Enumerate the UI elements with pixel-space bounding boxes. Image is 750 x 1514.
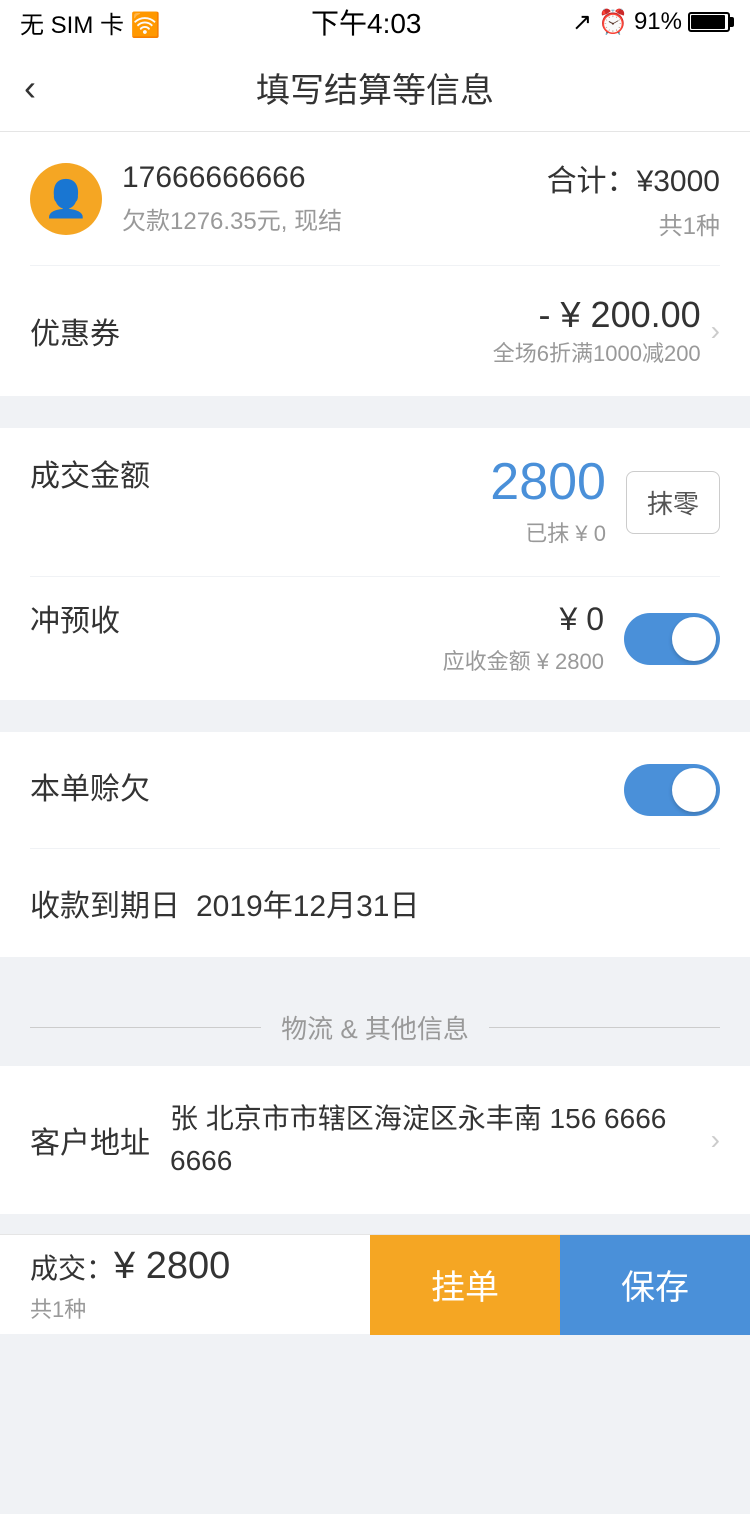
- divider-line-right: [489, 1027, 720, 1028]
- customer-sub: 欠款1276.35元, 现结: [122, 201, 342, 236]
- footer-deal-line: 成交：¥ 2800: [30, 1245, 340, 1288]
- status-bar: 无 SIM 卡 🛜 下午4:03 ↗ ⏰ 91%: [0, 0, 750, 44]
- address-chevron-icon: ›: [711, 1124, 720, 1156]
- charge-label: 冲预收: [30, 601, 120, 643]
- sim-label: 无 SIM 卡 🛜: [20, 5, 161, 40]
- coupon-row[interactable]: 优惠券 - ¥ 200.00 全场6折满1000减200 ›: [30, 265, 720, 396]
- gray-gap-2: [0, 716, 750, 732]
- customer-row: 👤 17666666666 欠款1276.35元, 现结 合计：¥3000 共1…: [30, 132, 720, 265]
- avatar-icon: 👤: [44, 178, 89, 220]
- charge-sub: 应收金额 ¥ 2800: [443, 644, 604, 676]
- amount-section: 成交金额 2800 已抹 ¥ 0 抹零 冲预收 ¥ 0 应收金额 ¥ 2800: [0, 428, 750, 700]
- coupon-discount: - ¥ 200.00: [493, 294, 701, 336]
- address-row[interactable]: 客户地址 张 北京市市辖区海淀区永丰南 156 6666 6666 ›: [30, 1066, 720, 1214]
- location-icon: ↗: [572, 8, 592, 37]
- status-right: ↗ ⏰ 91%: [572, 8, 730, 37]
- footer-deal-label: 成交：: [30, 1253, 114, 1284]
- gray-gap-3: [0, 973, 750, 989]
- customer-right: 合计：¥3000 共1种: [547, 156, 720, 241]
- deal-amount-label: 成交金额: [30, 456, 150, 498]
- date-row: 收款到期日 2019年12月31日: [30, 848, 720, 957]
- credit-label: 本单赊欠: [30, 769, 150, 811]
- nav-bar: ‹ 填写结算等信息: [0, 44, 750, 132]
- customer-info: 17666666666 欠款1276.35元, 现结: [122, 161, 342, 236]
- save-button[interactable]: 保存: [560, 1235, 750, 1335]
- charge-amount-wrap: ¥ 0 应收金额 ¥ 2800: [443, 601, 604, 676]
- total-value: ¥3000: [637, 165, 720, 198]
- footer: 成交：¥ 2800 共1种 挂单 保存: [0, 1234, 750, 1334]
- clock-icon: ⏰: [598, 8, 628, 37]
- customer-section: 👤 17666666666 欠款1276.35元, 现结 合计：¥3000 共1…: [0, 132, 750, 396]
- page-title: 填写结算等信息: [256, 63, 494, 112]
- charge-toggle[interactable]: [624, 613, 720, 665]
- credit-toggle-knob: [672, 768, 716, 812]
- round-off-button[interactable]: 抹零: [626, 471, 720, 534]
- deal-amount-value: 2800: [490, 456, 606, 508]
- toggle-knob: [672, 617, 716, 661]
- back-button[interactable]: ‹: [24, 67, 36, 109]
- footer-deal-count: 共1种: [30, 1292, 340, 1324]
- gray-gap-1: [0, 412, 750, 428]
- divider-line-left: [30, 1027, 261, 1028]
- address-value: 张 北京市市辖区海淀区永丰南 156 6666 6666: [170, 1098, 711, 1182]
- charge-amount: ¥ 0: [443, 601, 604, 638]
- coupon-label: 优惠券: [30, 309, 120, 353]
- date-label: 收款到期日: [30, 881, 180, 925]
- total-label: 合计：: [547, 165, 637, 198]
- deal-amount-right: 2800 已抹 ¥ 0 抹零: [490, 456, 720, 548]
- total-amount: 合计：¥3000: [547, 156, 720, 200]
- date-value: 2019年12月31日: [196, 881, 419, 925]
- footer-deal-amount: ¥ 2800: [114, 1245, 230, 1287]
- credit-section: 本单赊欠 收款到期日 2019年12月31日: [0, 732, 750, 957]
- deal-amount-sub: 已抹 ¥ 0: [490, 516, 606, 548]
- battery-percent: 91%: [634, 8, 682, 36]
- status-left: 无 SIM 卡 🛜: [20, 5, 161, 40]
- status-time: 下午4:03: [311, 2, 422, 42]
- credit-toggle[interactable]: [624, 764, 720, 816]
- coupon-desc: 全场6折满1000减200: [493, 336, 701, 368]
- avatar: 👤: [30, 163, 102, 235]
- address-section: 客户地址 张 北京市市辖区海淀区永丰南 156 6666 6666 ›: [0, 1066, 750, 1214]
- hold-button[interactable]: 挂单: [370, 1235, 560, 1335]
- coupon-right: - ¥ 200.00 全场6折满1000减200 ›: [493, 294, 720, 368]
- address-label: 客户地址: [30, 1118, 150, 1162]
- customer-phone: 17666666666: [122, 161, 342, 195]
- divider-text: 物流 & 其他信息: [261, 1009, 489, 1046]
- deal-amount-row: 成交金额 2800 已抹 ¥ 0 抹零: [30, 428, 720, 576]
- coupon-chevron-icon: ›: [711, 315, 720, 347]
- footer-info: 成交：¥ 2800 共1种: [0, 1245, 370, 1324]
- customer-left: 👤 17666666666 欠款1276.35元, 现结: [30, 161, 342, 236]
- divider-section: 物流 & 其他信息: [0, 989, 750, 1066]
- credit-row: 本单赊欠: [30, 732, 720, 848]
- battery-icon: [688, 12, 730, 32]
- charge-right: ¥ 0 应收金额 ¥ 2800: [443, 601, 720, 676]
- charge-row: 冲预收 ¥ 0 应收金额 ¥ 2800: [30, 576, 720, 700]
- total-count: 共1种: [547, 206, 720, 241]
